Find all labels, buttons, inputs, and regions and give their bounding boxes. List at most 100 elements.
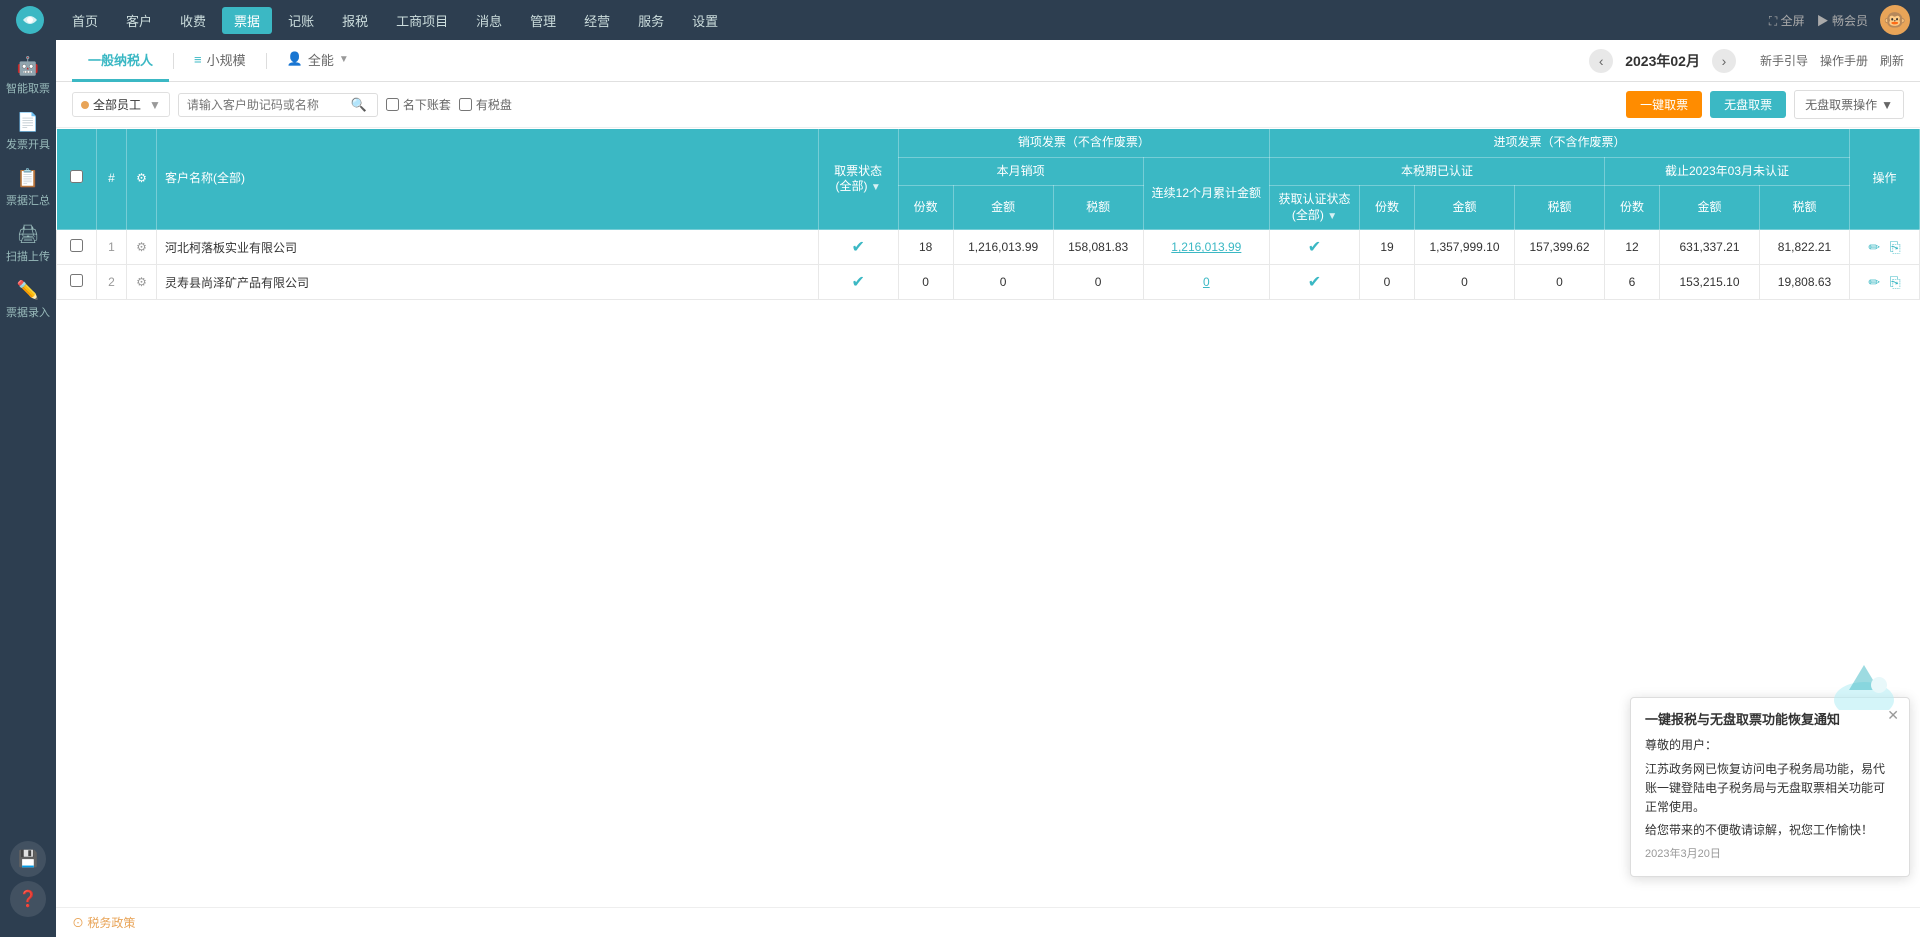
sidebar-item-summary[interactable]: 📋 票据汇总 xyxy=(2,162,54,214)
diskless-operations-btn[interactable]: 无盘取票操作 ▼ xyxy=(1794,90,1904,119)
checkbox-tax-disk[interactable]: 有税盘 xyxy=(459,96,512,113)
th-settings: ⚙ xyxy=(127,129,157,230)
tab-divider-1 xyxy=(173,53,174,69)
popup-decoration xyxy=(1829,660,1899,710)
fullscreen-btn[interactable]: ⛶ 全屏 xyxy=(1769,12,1805,29)
avatar[interactable]: 🐵 xyxy=(1880,5,1910,35)
row-customer-0: 河北柯落板实业有限公司 xyxy=(157,230,819,265)
tab-general-taxpayer[interactable]: 一般纳税人 xyxy=(72,40,169,82)
row-cumulative-1[interactable]: 0 xyxy=(1143,265,1269,300)
summary-icon: 📋 xyxy=(17,168,39,189)
row-checkbox-1[interactable] xyxy=(57,265,97,300)
popup-close-btn[interactable]: ✕ xyxy=(1887,704,1899,726)
refresh-link[interactable]: 刷新 xyxy=(1880,52,1904,69)
new-guide-link[interactable]: 新手引导 xyxy=(1760,52,1808,69)
nav-fee[interactable]: 收费 xyxy=(168,7,218,34)
ai-icon: 🤖 xyxy=(17,56,39,77)
checkbox-sub-account[interactable]: 名下账套 xyxy=(386,96,451,113)
sidebar-item-open-invoice[interactable]: 📄 发票开具 xyxy=(2,106,54,158)
search-icon[interactable]: 🔍 xyxy=(351,97,367,113)
sidebar-help-btn[interactable]: ❓ xyxy=(10,881,46,917)
filter-icon-cert[interactable]: ▼ xyxy=(1327,211,1337,222)
toolbar-right: 一键取票 无盘取票 无盘取票操作 ▼ xyxy=(1626,90,1904,119)
tab-right: ‹ 2023年02月 › 新手引导 操作手册 刷新 xyxy=(1589,49,1904,73)
dropdown-arrow: ▼ xyxy=(149,98,161,112)
row-period-tax-0: 157,399.62 xyxy=(1515,230,1605,265)
nav-right: ⛶ 全屏 ▶ 畅会员 🐵 xyxy=(1769,5,1910,35)
manual-link[interactable]: 操作手册 xyxy=(1820,52,1868,69)
edit-icon-0[interactable]: ✏ xyxy=(1868,239,1880,255)
sidebar-label-entry: 票据录入 xyxy=(6,304,50,320)
nav-message[interactable]: 消息 xyxy=(464,7,514,34)
nav-invoice[interactable]: 票据 xyxy=(222,7,272,34)
sub-account-checkbox[interactable] xyxy=(386,98,399,111)
search-input[interactable] xyxy=(187,98,347,112)
copy-icon-0[interactable]: ⎘ xyxy=(1889,239,1900,255)
row-settings-1[interactable]: ⚙ xyxy=(127,265,157,300)
member-btn[interactable]: ▶ 畅会员 xyxy=(1817,12,1868,29)
th-checkbox xyxy=(57,129,97,230)
th-period-amount: 金额 xyxy=(1415,186,1515,230)
row-period-count-1: 0 xyxy=(1360,265,1415,300)
th-period-tax: 税额 xyxy=(1515,186,1605,230)
copy-icon-1[interactable]: ⎘ xyxy=(1889,274,1900,290)
row-sales-count-1: 0 xyxy=(898,265,953,300)
select-all-checkbox[interactable] xyxy=(70,170,83,183)
search-box: 🔍 xyxy=(178,93,378,117)
row-sales-tax-0: 158,081.83 xyxy=(1053,230,1143,265)
row-checkbox-0[interactable] xyxy=(57,230,97,265)
sidebar-download-btn[interactable]: 💾 xyxy=(10,841,46,877)
popup-greeting: 尊敬的用户： xyxy=(1645,736,1895,755)
row-actions-1: ✏ ⎘ xyxy=(1850,265,1920,300)
nav-tax[interactable]: 报税 xyxy=(330,7,380,34)
th-sales-group: 销项发票（不含作废票） xyxy=(898,129,1269,158)
tax-disk-checkbox[interactable] xyxy=(459,98,472,111)
th-period-count: 份数 xyxy=(1360,186,1415,230)
sidebar-item-entry[interactable]: ✏️ 票据录入 xyxy=(2,274,54,326)
popup-title: 一键报税与无盘取票功能恢复通知 xyxy=(1645,710,1895,731)
row-period-count-0: 19 xyxy=(1360,230,1415,265)
table-row: 1 ⚙ 河北柯落板实业有限公司 ✔ 18 1,216,013.99 158,08… xyxy=(57,230,1920,265)
tab-small-scale[interactable]: ≡ 小规模 xyxy=(178,40,262,82)
edit-icon-1[interactable]: ✏ xyxy=(1868,274,1880,290)
nav-home[interactable]: 首页 xyxy=(60,7,110,34)
row-settings-0[interactable]: ⚙ xyxy=(127,230,157,265)
th-actions: 操作 xyxy=(1850,129,1920,230)
tab-action-links: 新手引导 操作手册 刷新 xyxy=(1760,52,1904,69)
row-cumulative-0[interactable]: 1,216,013.99 xyxy=(1143,230,1269,265)
th-purchase-group: 进项发票（不含作废票） xyxy=(1270,129,1850,158)
nav-customer[interactable]: 客户 xyxy=(114,7,164,34)
nav-operation[interactable]: 经营 xyxy=(572,7,622,34)
th-sales-tax: 税额 xyxy=(1053,186,1143,230)
sidebar-item-ai-ticket[interactable]: 🤖 智能取票 xyxy=(2,50,54,102)
sidebar-bottom: 💾 ❓ xyxy=(10,841,46,927)
employee-label: 全部员工 xyxy=(93,96,141,113)
status-bar: ⊙ 税务政策 xyxy=(56,907,1920,937)
nav-manage[interactable]: 管理 xyxy=(518,7,568,34)
row-cert-status-1: ✔ xyxy=(1270,265,1360,300)
popup-apology: 给您带来的不便敬请谅解，祝您工作愉快！ xyxy=(1645,821,1895,840)
nav-service[interactable]: 服务 xyxy=(626,7,676,34)
diskless-ticket-btn[interactable]: 无盘取票 xyxy=(1710,91,1786,118)
next-month-btn[interactable]: › xyxy=(1712,49,1736,73)
row-until-tax-1: 19,808.63 xyxy=(1760,265,1850,300)
row-period-amount-0: 1,357,999.10 xyxy=(1415,230,1515,265)
filter-icon-status[interactable]: ▼ xyxy=(871,182,881,193)
one-click-ticket-btn[interactable]: 一键取票 xyxy=(1626,91,1702,118)
tab-all[interactable]: 👤 全能 ▼ xyxy=(271,40,365,82)
nav-settings[interactable]: 设置 xyxy=(680,7,730,34)
tabs-bar: 一般纳税人 ≡ 小规模 👤 全能 ▼ ‹ 2023年02月 › 新手引导 操作手… xyxy=(56,40,1920,82)
sidebar-item-scan[interactable]: 🖨 扫描上传 xyxy=(2,218,54,270)
th-until-tax: 税额 xyxy=(1760,186,1850,230)
row-period-amount-1: 0 xyxy=(1415,265,1515,300)
employee-select[interactable]: 全部员工 ▼ xyxy=(72,92,170,117)
invoice-open-icon: 📄 xyxy=(17,112,39,133)
th-until-count: 份数 xyxy=(1605,186,1660,230)
tax-policy-link[interactable]: ⊙ 税务政策 xyxy=(72,914,135,931)
row-sales-count-0: 18 xyxy=(898,230,953,265)
toolbar: 全部员工 ▼ 🔍 名下账套 有税盘 一键取票 无盘取票 无盘取票操作 ▼ xyxy=(56,82,1920,128)
nav-business[interactable]: 工商项目 xyxy=(384,7,460,34)
nav-bookkeeping[interactable]: 记账 xyxy=(276,7,326,34)
prev-month-btn[interactable]: ‹ xyxy=(1589,49,1613,73)
th-cumulative: 连续12个月累计金额 xyxy=(1143,157,1269,230)
